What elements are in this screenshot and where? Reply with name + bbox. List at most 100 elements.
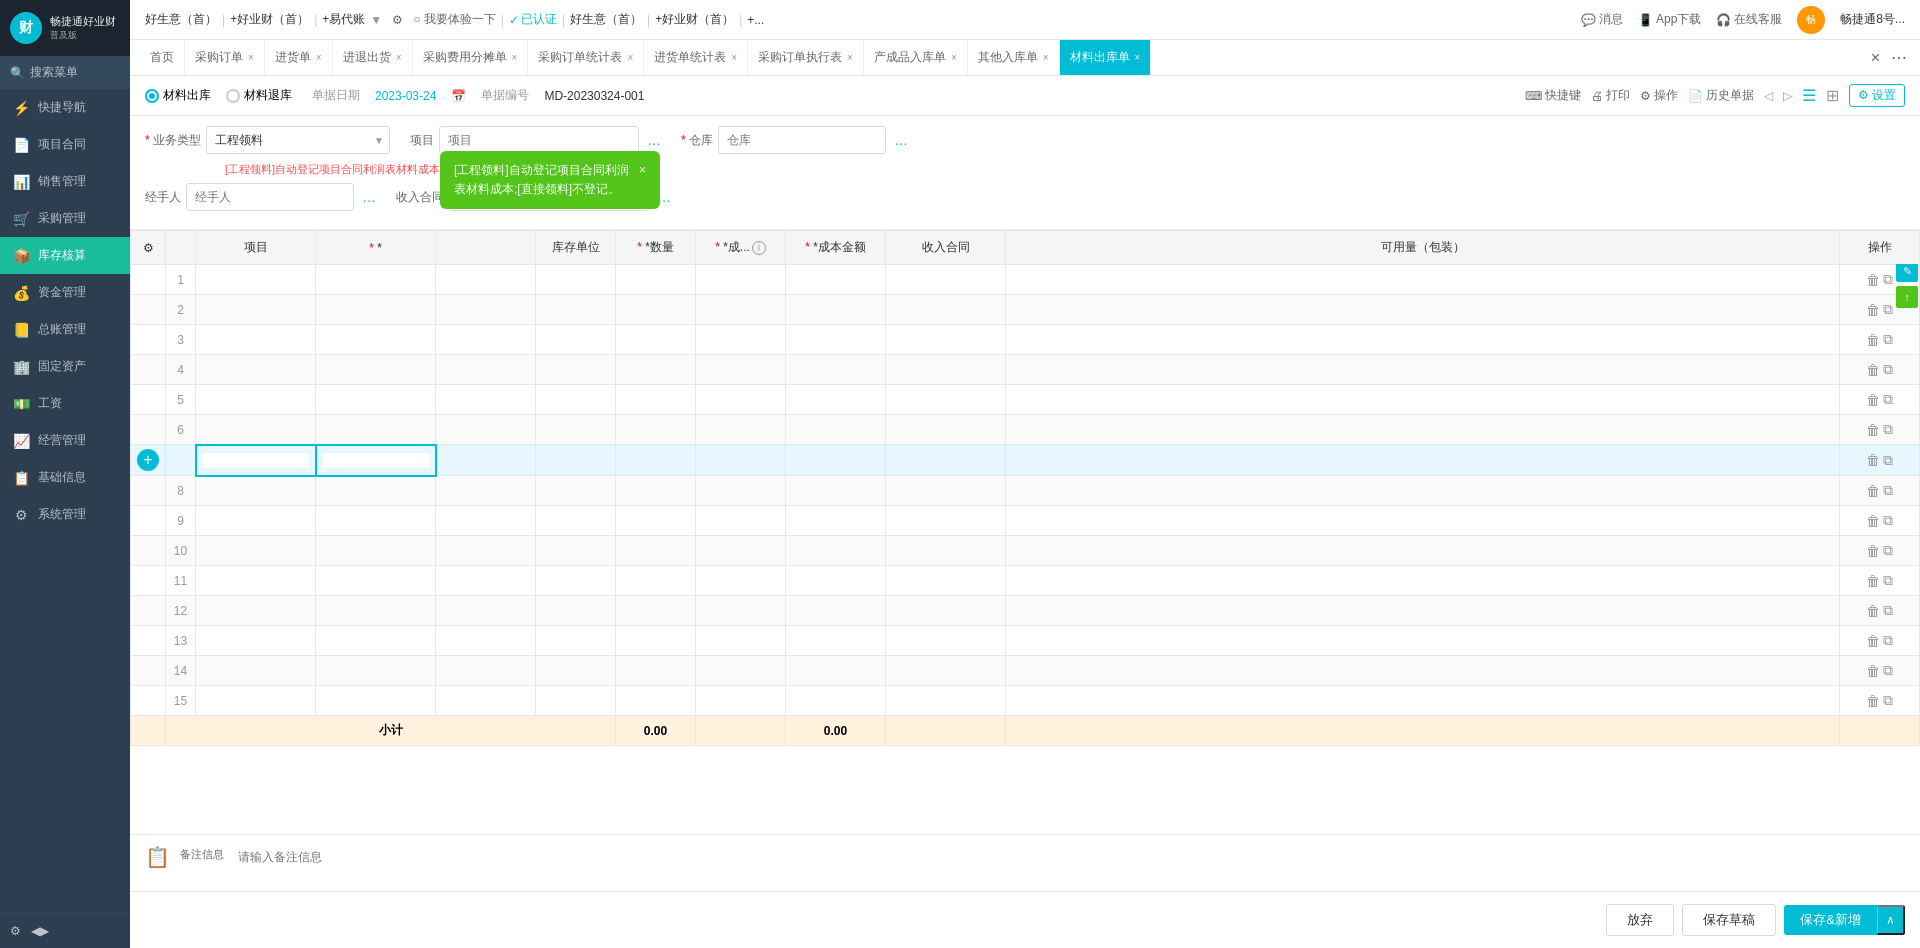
operation-btn[interactable]: ⚙ 操作 [1640, 87, 1678, 104]
tab-home[interactable]: 首页 [140, 40, 185, 76]
copy-row-btn[interactable]: ⧉ [1883, 421, 1893, 438]
save-draft-btn[interactable]: 保存草稿 [1682, 904, 1776, 936]
tab-other-receipt-close[interactable]: × [1043, 52, 1049, 63]
tab-purchase-exec[interactable]: 采购订单执行表 × [748, 40, 864, 76]
tab-purchase-receipt[interactable]: 进货单 × [265, 40, 333, 76]
row-spec[interactable] [436, 265, 536, 295]
tab-finished-goods-close[interactable]: × [951, 52, 957, 63]
delete-row-btn[interactable]: 🗑 [1866, 633, 1880, 649]
calendar-icon[interactable]: 📅 [451, 89, 466, 103]
sidebar-item-inventory[interactable]: 📦 库存核算 [0, 237, 130, 274]
sidebar-item-assets[interactable]: 🏢 固定资产 [0, 348, 130, 385]
sidebar-item-system[interactable]: ⚙ 系统管理 [0, 496, 130, 533]
sidebar-item-ledger[interactable]: 📒 总账管理 [0, 311, 130, 348]
copy-row-btn[interactable]: ⧉ [1883, 482, 1893, 499]
sidebar-item-payroll[interactable]: 💵 工资 [0, 385, 130, 422]
tab-purchase-receipt-close[interactable]: × [316, 52, 322, 63]
active-row-input-1[interactable] [203, 453, 309, 468]
user-avatar[interactable]: 畅 [1797, 6, 1825, 34]
sidebar-item-operations[interactable]: 📈 经营管理 [0, 422, 130, 459]
tab-material-issue[interactable]: 材料出库单 × [1060, 40, 1152, 76]
tab-other-receipt[interactable]: 其他入库单 × [968, 40, 1060, 76]
sidebar-item-project[interactable]: 📄 项目合同 [0, 126, 130, 163]
row-material[interactable] [316, 265, 436, 295]
tab-purchase-order-close[interactable]: × [248, 52, 254, 63]
save-new-arrow-btn[interactable]: ∧ [1877, 905, 1905, 935]
copy-row-btn[interactable]: ⧉ [1883, 662, 1893, 679]
tab-return-goods-close[interactable]: × [396, 52, 402, 63]
tab-receipt-stats-close[interactable]: × [731, 52, 737, 63]
copy-row-btn[interactable]: ⧉ [1883, 512, 1893, 529]
delete-row-btn[interactable]: 🗑 [1866, 422, 1880, 438]
sidebar-item-purchase[interactable]: 🛒 采购管理 [0, 200, 130, 237]
shortcut-btn[interactable]: ⌨ 快捷键 [1525, 87, 1581, 104]
nav-next-btn[interactable]: ▷ [1783, 89, 1792, 103]
notes-icon[interactable]: 📋 [145, 845, 170, 869]
save-new-main-btn[interactable]: 保存&新增 [1784, 905, 1877, 935]
delete-row-btn[interactable]: 🗑 [1866, 543, 1880, 559]
row-quantity[interactable] [616, 265, 696, 295]
list-view-btn[interactable]: ☰ [1802, 86, 1816, 105]
discard-btn[interactable]: 放弃 [1606, 904, 1674, 936]
history-btn[interactable]: 📄 历史单据 [1688, 87, 1754, 104]
delete-row-btn[interactable]: 🗑 [1866, 573, 1880, 589]
top-nav-settings-icon[interactable]: ⚙ [392, 13, 403, 27]
grid-view-btn[interactable]: ⊞ [1826, 86, 1839, 105]
project-input[interactable] [439, 126, 639, 154]
top-nav-item-haoyecai2[interactable]: +好业财（首） [655, 11, 734, 28]
tab-purchase-exec-close[interactable]: × [847, 52, 853, 63]
copy-row-btn[interactable]: ⧉ [1883, 361, 1893, 378]
copy-row-btn[interactable]: ⧉ [1883, 301, 1893, 318]
delete-row-btn[interactable]: 🗑 [1866, 272, 1880, 288]
copy-row-btn[interactable]: ⧉ [1883, 271, 1893, 288]
active-row-input-2[interactable] [323, 453, 429, 468]
tab-purchase-expense[interactable]: 采购费用分摊单 × [413, 40, 529, 76]
handler-input[interactable] [186, 183, 354, 211]
delete-row-btn[interactable]: 🗑 [1866, 603, 1880, 619]
message-btn[interactable]: 💬 消息 [1581, 11, 1623, 28]
row-cost-price[interactable] [696, 265, 786, 295]
tab-material-issue-close[interactable]: × [1135, 52, 1141, 63]
notes-input[interactable] [234, 845, 1905, 881]
sidebar-item-sales[interactable]: 📊 销售管理 [0, 163, 130, 200]
delete-row-btn[interactable]: 🗑 [1866, 392, 1880, 408]
top-nav-more[interactable]: +... [747, 13, 764, 27]
sidebar-item-basics[interactable]: 📋 基础信息 [0, 459, 130, 496]
copy-row-btn[interactable]: ⧉ [1883, 391, 1893, 408]
delete-row-btn[interactable]: 🗑 [1866, 332, 1880, 348]
row-cost-amount[interactable] [786, 265, 886, 295]
tooltip-close-btn[interactable]: × [639, 161, 646, 180]
project-lookup-btn[interactable]: … [647, 132, 661, 148]
delete-row-btn[interactable]: 🗑 [1866, 663, 1880, 679]
th-settings[interactable]: ⚙ [131, 231, 166, 265]
row-unit[interactable] [536, 265, 616, 295]
top-nav-trial-btn[interactable]: ○ 我要体验一下 [413, 11, 496, 28]
copy-row-btn[interactable]: ⧉ [1883, 542, 1893, 559]
row-available[interactable] [1006, 265, 1840, 295]
delete-row-btn[interactable]: 🗑 [1866, 362, 1880, 378]
tab-purchase-order[interactable]: 采购订单 × [185, 40, 265, 76]
delete-row-btn[interactable]: 🗑 [1866, 302, 1880, 318]
search-menu-item[interactable]: 🔍 搜索菜单 [0, 56, 130, 89]
row-income-contract[interactable] [886, 265, 1006, 295]
business-type-input[interactable] [206, 126, 390, 154]
copy-row-btn[interactable]: ⧉ [1883, 632, 1893, 649]
sidebar-collapse-btn[interactable]: ◀▶ [31, 924, 49, 938]
top-nav-item-haoyecai[interactable]: +好业财（首） [230, 11, 309, 28]
copy-row-btn[interactable]: ⧉ [1883, 602, 1893, 619]
cost-price-info-icon[interactable]: i [752, 241, 766, 255]
tab-purchase-expense-close[interactable]: × [512, 52, 518, 63]
print-btn[interactable]: 🖨 打印 [1591, 87, 1630, 104]
tab-return-goods[interactable]: 进退出货 × [333, 40, 413, 76]
copy-row-btn[interactable]: ⧉ [1883, 692, 1893, 709]
right-panel-btn-3[interactable]: ↑ [1896, 286, 1918, 308]
sidebar-item-quick-nav[interactable]: ⚡ 快捷导航 [0, 89, 130, 126]
tab-purchase-stats-close[interactable]: × [627, 52, 633, 63]
material-return-radio[interactable]: 材料退库 [226, 87, 292, 104]
delete-row-btn[interactable]: 🗑 [1866, 452, 1880, 468]
top-nav-item-haoshengyi2[interactable]: 好生意（首） [570, 11, 642, 28]
app-download-btn[interactable]: 📱 App下载 [1638, 11, 1701, 28]
handler-lookup-btn[interactable]: … [362, 189, 376, 205]
warehouse-lookup-btn[interactable]: … [894, 132, 908, 148]
tab-more-btn[interactable]: ⋯ [1888, 48, 1910, 67]
